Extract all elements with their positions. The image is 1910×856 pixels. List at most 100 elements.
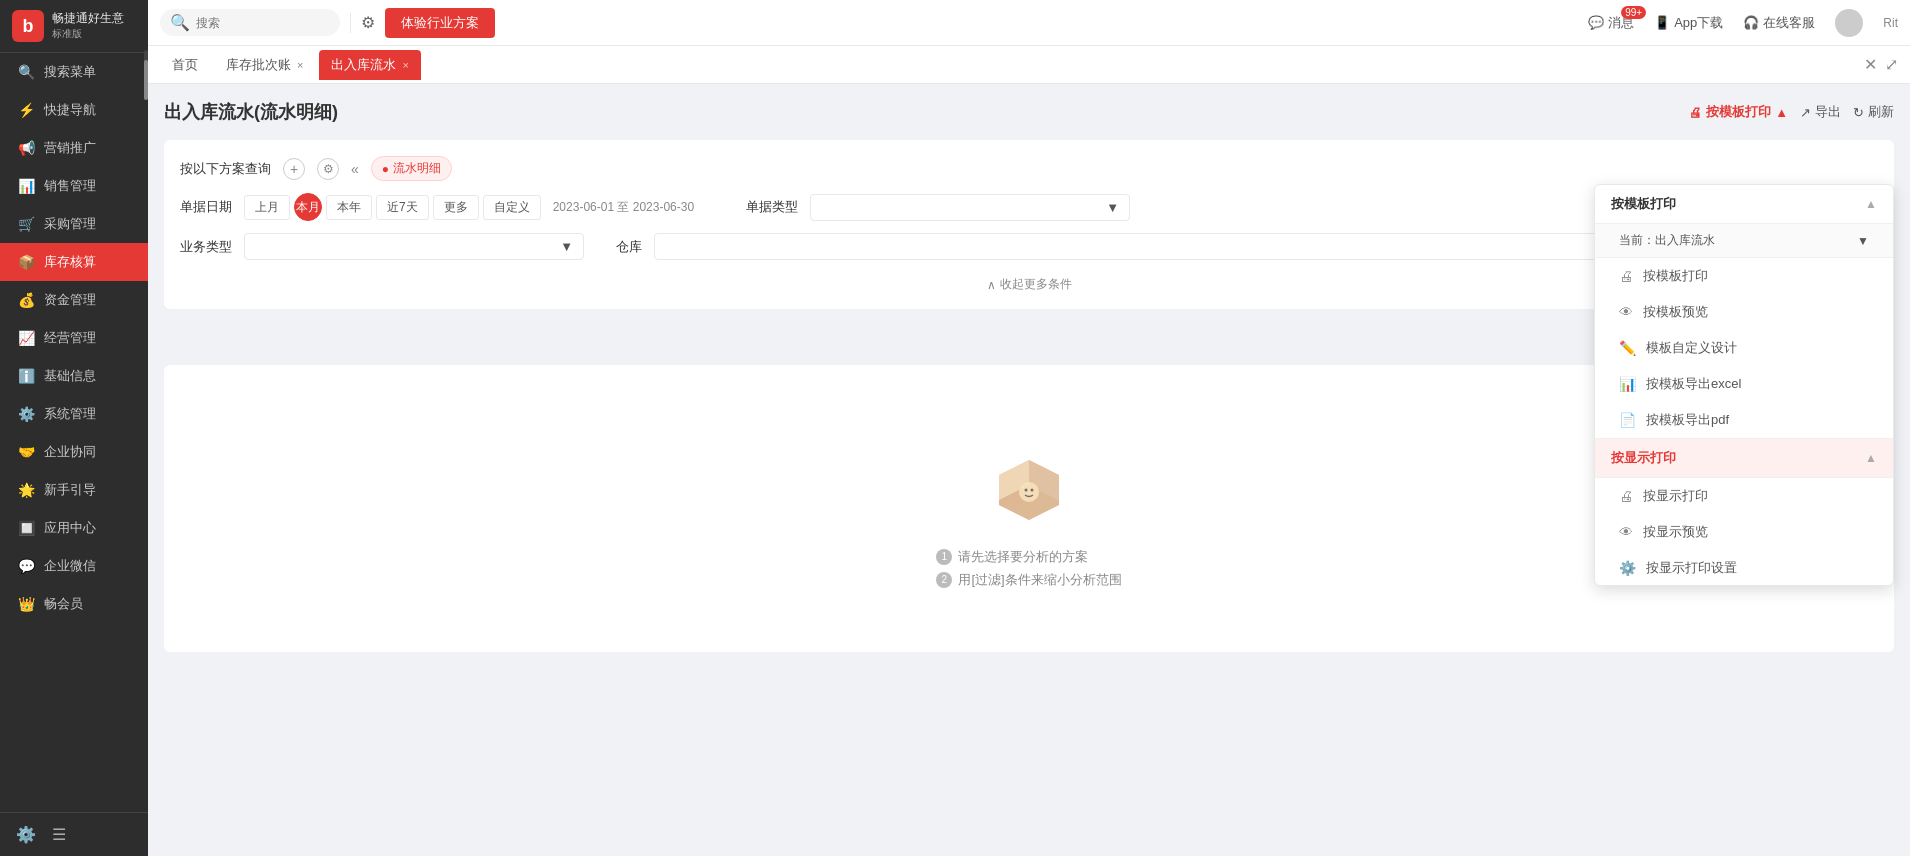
- tab-inventory-batch[interactable]: 库存批次账 ×: [214, 50, 315, 80]
- sidebar-item-search[interactable]: 🔍 搜索菜单: [0, 53, 148, 91]
- dropdown-item-label: 按模板打印: [1643, 267, 1708, 285]
- header-gear-icon[interactable]: ⚙: [361, 13, 375, 32]
- sidebar-item-appcenter[interactable]: 🔲 应用中心: [0, 509, 148, 547]
- display-settings-icon: ⚙️: [1619, 560, 1636, 576]
- dropdown-section2-title: 按显示打印: [1611, 449, 1676, 467]
- date-btn-7days[interactable]: 近7天: [376, 195, 429, 220]
- preview-icon: 👁: [1619, 304, 1633, 320]
- tab-inventory-flow[interactable]: 出入库流水 ×: [319, 50, 420, 80]
- sidebar-item-purchase[interactable]: 🛒 采购管理: [0, 205, 148, 243]
- date-btn-more[interactable]: 更多: [433, 195, 479, 220]
- dropdown-item-display-print[interactable]: 🖨 按显示打印: [1595, 478, 1893, 514]
- username-label: Rit: [1883, 16, 1898, 30]
- header-divider: [350, 13, 351, 33]
- dropdown-section1-toggle[interactable]: ▲: [1865, 197, 1877, 211]
- date-btn-thisyear[interactable]: 本年: [326, 195, 372, 220]
- tab-inventory-flow-label: 出入库流水: [331, 56, 396, 74]
- filter-collapse-icon[interactable]: «: [351, 161, 359, 177]
- refresh-button[interactable]: ↻ 刷新: [1853, 103, 1894, 121]
- window-buttons: ✕ ⤢: [1864, 55, 1898, 74]
- sidebar-item-member[interactable]: 👑 畅会员: [0, 585, 148, 623]
- sidebar-item-label: 企业微信: [44, 557, 96, 575]
- sidebar-item-collab[interactable]: 🤝 企业协同: [0, 433, 148, 471]
- collapse-button[interactable]: ∧ 收起更多条件: [987, 276, 1072, 293]
- sidebar-item-finance[interactable]: 💰 资金管理: [0, 281, 148, 319]
- filter-settings-icon[interactable]: ⚙: [317, 158, 339, 180]
- page-title-row: 出入库流水(流水明细) 🖨 按模板打印 ▲ ↗ 导出 ↻ 刷新: [164, 100, 1894, 124]
- search-input[interactable]: [196, 16, 316, 30]
- message-icon: 💬: [1588, 15, 1604, 30]
- sidebar-item-quicknav[interactable]: ⚡ 快捷导航: [0, 91, 148, 129]
- dropdown-item-display-preview[interactable]: 👁 按显示预览: [1595, 514, 1893, 550]
- dropdown-item-label: 按模板导出pdf: [1646, 411, 1729, 429]
- sidebar-item-label: 采购管理: [44, 215, 96, 233]
- message-button[interactable]: 💬 消息 99+: [1588, 14, 1634, 32]
- date-btn-custom[interactable]: 自定义: [483, 195, 541, 220]
- sidebar-item-basic-info[interactable]: ℹ️ 基础信息: [0, 357, 148, 395]
- export-button[interactable]: ↗ 导出: [1800, 103, 1841, 121]
- filter-date-group: 上月 本月 本年 近7天 更多 自定义 2023-06-01 至 2023-06…: [244, 193, 694, 221]
- sidebar-item-system[interactable]: ⚙️ 系统管理: [0, 395, 148, 433]
- trial-button[interactable]: 体验行业方案: [385, 8, 495, 38]
- dropdown-item-label: 按显示预览: [1643, 523, 1708, 541]
- sidebar-item-management[interactable]: 📈 经营管理: [0, 319, 148, 357]
- filter-warehouse-label: 仓库: [616, 238, 642, 256]
- user-avatar[interactable]: [1835, 9, 1863, 37]
- inventory-icon: 📦: [16, 254, 36, 270]
- design-icon: ✏️: [1619, 340, 1636, 356]
- tab-home[interactable]: 首页: [160, 50, 210, 80]
- online-service-button[interactable]: 🎧 在线客服: [1743, 14, 1815, 32]
- print-template-button[interactable]: 🖨 按模板打印 ▲: [1689, 103, 1788, 121]
- print-icon: 🖨: [1689, 105, 1702, 120]
- print-icon: 🖨: [1619, 268, 1633, 284]
- filter-scheme-label: 按以下方案查询: [180, 160, 271, 178]
- sidebar-item-marketing[interactable]: 📢 营销推广: [0, 129, 148, 167]
- filter-add-button[interactable]: +: [283, 158, 305, 180]
- app-download-button[interactable]: 📱 App下载: [1654, 14, 1723, 32]
- bottom-menu-icon[interactable]: ☰: [52, 825, 66, 844]
- dropdown-item-display-settings[interactable]: ⚙️ 按显示打印设置: [1595, 550, 1893, 585]
- sidebar-item-wechat[interactable]: 💬 企业微信: [0, 547, 148, 585]
- app-logo-icon: b: [12, 10, 44, 42]
- dropdown-section2-header[interactable]: 按显示打印 ▲: [1595, 439, 1893, 478]
- management-icon: 📈: [16, 330, 36, 346]
- sidebar-item-inventory[interactable]: 📦 库存核算: [0, 243, 148, 281]
- top-header: 🔍 ⚙ 体验行业方案 💬 消息 99+ 📱 App下载 🎧 在线客服 Rit: [148, 0, 1910, 46]
- tabs-bar: 首页 库存批次账 × 出入库流水 × ✕ ⤢: [148, 46, 1910, 84]
- dropdown-item-template-print[interactable]: 🖨 按模板打印: [1595, 258, 1893, 294]
- tab-inventory-batch-label: 库存批次账: [226, 56, 291, 74]
- date-btn-lastmonth[interactable]: 上月: [244, 195, 290, 220]
- dropdown-item-template-design[interactable]: ✏️ 模板自定义设计: [1595, 330, 1893, 366]
- sidebar-item-guide[interactable]: 🌟 新手引导: [0, 471, 148, 509]
- page-title: 出入库流水(流水明细): [164, 100, 338, 124]
- tab-inventory-batch-close[interactable]: ×: [297, 59, 303, 71]
- dropdown-section2-toggle[interactable]: ▲: [1865, 451, 1877, 465]
- main-area: 🔍 ⚙ 体验行业方案 💬 消息 99+ 📱 App下载 🎧 在线客服 Rit: [148, 0, 1910, 856]
- dropdown-item-template-preview[interactable]: 👁 按模板预览: [1595, 294, 1893, 330]
- dropdown-item-label: 按显示打印设置: [1646, 559, 1737, 577]
- search-icon: 🔍: [16, 64, 36, 80]
- tab-inventory-flow-close[interactable]: ×: [402, 59, 408, 71]
- filter-tag-liushui[interactable]: ● 流水明细: [371, 156, 452, 181]
- bottom-settings-icon[interactable]: ⚙️: [16, 825, 36, 844]
- purchase-icon: 🛒: [16, 216, 36, 232]
- dropdown-item-template-pdf[interactable]: 📄 按模板导出pdf: [1595, 402, 1893, 438]
- sidebar-item-sales[interactable]: 📊 销售管理: [0, 167, 148, 205]
- close-window-icon[interactable]: ✕: [1864, 55, 1877, 74]
- app-version: 标准版: [52, 27, 124, 41]
- sidebar-logo: b 畅捷通好生意 标准版: [0, 0, 148, 53]
- dropdown-item-label: 按模板预览: [1643, 303, 1708, 321]
- doctype-select[interactable]: ▼: [810, 194, 1130, 221]
- system-icon: ⚙️: [16, 406, 36, 422]
- date-btn-thismonth[interactable]: 本月: [294, 193, 322, 221]
- appcenter-icon: 🔲: [16, 520, 36, 536]
- dropdown-section1-header[interactable]: 按模板打印 ▲: [1595, 185, 1893, 224]
- search-box[interactable]: 🔍: [160, 9, 340, 36]
- biztype-select[interactable]: ▼: [244, 233, 584, 260]
- sidebar-bottom: ⚙️ ☰: [0, 812, 148, 856]
- member-icon: 👑: [16, 596, 36, 612]
- svg-point-6: [1031, 489, 1034, 492]
- maximize-window-icon[interactable]: ⤢: [1885, 55, 1898, 74]
- dropdown-item-template-excel[interactable]: 📊 按模板导出excel: [1595, 366, 1893, 402]
- tip-text-1: 请先选择要分析的方案: [958, 545, 1088, 568]
